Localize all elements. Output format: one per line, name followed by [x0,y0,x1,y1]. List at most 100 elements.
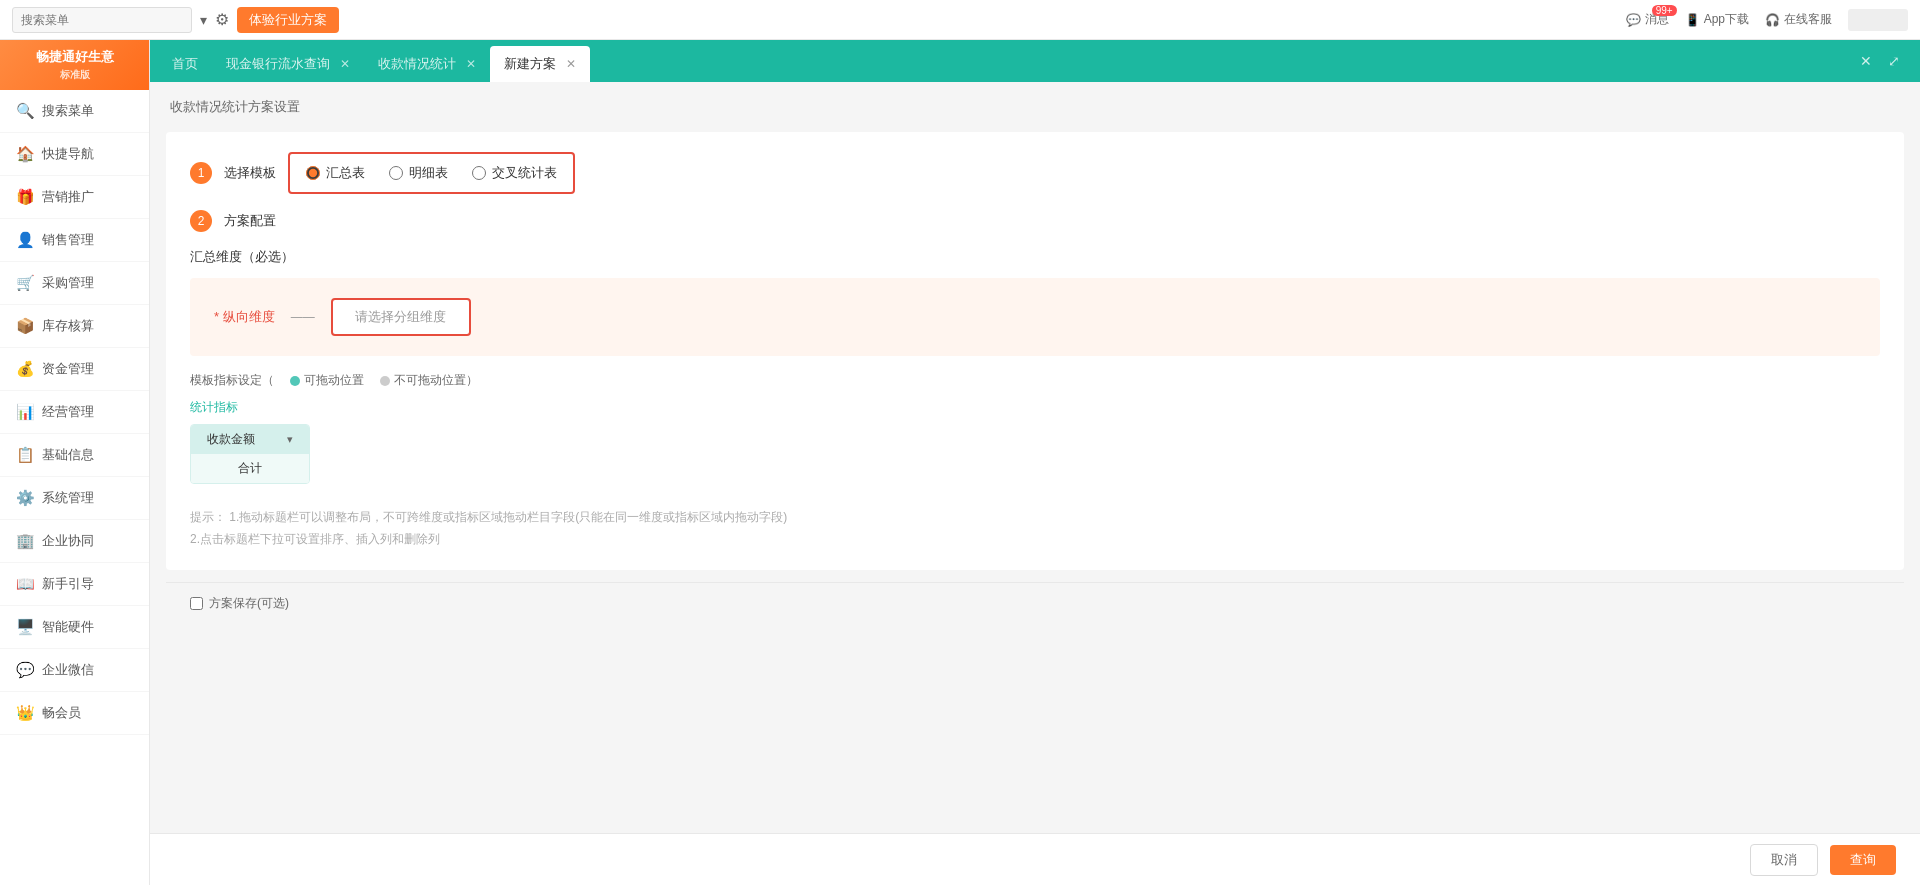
message-badge: 99+ [1652,5,1677,16]
sidebar-item-enterprise-label: 企业协同 [42,532,94,550]
config-section: 汇总维度（必选） * 纵向维度 —— 请选择分组维度 模板指标设定（ [190,248,1880,550]
non-draggable-label: 不可拖动位置） [394,372,478,389]
sidebar-logo-sub: 标准版 [36,68,114,82]
message-icon-wrapper[interactable]: 💬 消息 99+ [1626,11,1669,28]
tab-new-plan[interactable]: 新建方案 ✕ [490,46,590,82]
step2-badge: 2 [190,210,212,232]
sidebar-item-basic-info[interactable]: 📋 基础信息 [0,434,149,477]
template-select-group: 汇总表 明细表 交叉统计表 [288,152,575,194]
sidebar-item-basic-info-label: 基础信息 [42,446,94,464]
indicator-settings-header: 模板指标设定（ 可拖动位置 不可拖动位置） [190,372,1880,389]
app-download-wrapper[interactable]: 📱 App下载 [1685,11,1749,28]
sidebar-item-member[interactable]: 👑 畅会员 [0,692,149,735]
sidebar-item-operations[interactable]: 📊 经营管理 [0,391,149,434]
config-card: 1 选择模板 汇总表 明细表 交叉统计表 [166,132,1904,570]
tab-bar-maximize-button[interactable]: ⤢ [1884,49,1904,73]
sidebar-item-inventory[interactable]: 📦 库存核算 [0,305,149,348]
stats-table: 收款金额 ▾ 合计 [190,424,310,484]
step2-row: 2 方案配置 [190,210,1880,232]
dimension-select-box[interactable]: 请选择分组维度 [331,298,471,336]
radio-crosstab-input[interactable] [472,166,486,180]
header-dropdown-button[interactable]: ▾ [200,12,207,28]
industry-plan-button[interactable]: 体验行业方案 [237,7,339,33]
tab-receipt-stats[interactable]: 收款情况统计 ✕ [364,46,490,82]
step1-label: 选择模板 [224,164,276,182]
tab-cash-query-close[interactable]: ✕ [340,57,350,71]
stats-column-dropdown[interactable]: ▾ [287,433,293,446]
online-service-icon: 🎧 [1765,13,1780,27]
sales-icon: 👤 [16,231,34,249]
sidebar-item-system[interactable]: ⚙️ 系统管理 [0,477,149,520]
online-service-label: 在线客服 [1784,11,1832,28]
stats-table-header[interactable]: 收款金额 ▾ [191,425,309,454]
sidebar-item-weichat[interactable]: 💬 企业微信 [0,649,149,692]
sidebar-item-smart-hw[interactable]: 🖥️ 智能硬件 [0,606,149,649]
hint-section: 提示： 1.拖动标题栏可以调整布局，不可跨维度或指标区域拖动栏目字段(只能在同一… [190,507,1880,550]
message-icon: 💬 [1626,13,1641,27]
stats-table-cell: 合计 [191,454,309,483]
tab-home-label: 首页 [172,55,198,73]
save-checkbox[interactable] [190,597,203,610]
non-draggable-dot [380,376,390,386]
radio-summary[interactable]: 汇总表 [306,164,365,182]
search-menu-icon: 🔍 [16,102,34,120]
tab-new-plan-label: 新建方案 [504,55,556,73]
tab-bar-close-button[interactable]: ✕ [1856,49,1876,73]
header-right: 💬 消息 99+ 📱 App下载 🎧 在线客服 [1626,9,1908,31]
indicator-settings: 模板指标设定（ 可拖动位置 不可拖动位置） 统计指标 [190,372,1880,550]
sidebar-item-guide-label: 新手引导 [42,575,94,593]
guide-icon: 📖 [16,575,34,593]
sidebar-logo-main: 畅捷通好生意 [36,48,114,66]
radio-crosstab-label: 交叉统计表 [492,164,557,182]
tab-cash-query[interactable]: 现金银行流水查询 ✕ [212,46,364,82]
user-avatar[interactable] [1848,9,1908,31]
tab-receipt-stats-close[interactable]: ✕ [466,57,476,71]
sidebar-item-finance-label: 资金管理 [42,360,94,378]
tab-bar-right: ✕ ⤢ [1856,40,1912,82]
search-input[interactable] [12,7,192,33]
sidebar-item-quick-nav[interactable]: 🏠 快捷导航 [0,133,149,176]
tab-new-plan-close[interactable]: ✕ [566,57,576,71]
query-button[interactable]: 查询 [1830,845,1896,875]
enterprise-icon: 🏢 [16,532,34,550]
cancel-button[interactable]: 取消 [1750,844,1818,876]
indicator-settings-label: 模板指标设定（ [190,372,274,389]
sidebar-item-sales[interactable]: 👤 销售管理 [0,219,149,262]
weichat-icon: 💬 [16,661,34,679]
sidebar-item-system-label: 系统管理 [42,489,94,507]
draggable-dot [290,376,300,386]
radio-crosstab[interactable]: 交叉统计表 [472,164,557,182]
sidebar-item-marketing[interactable]: 🎁 营销推广 [0,176,149,219]
radio-summary-input[interactable] [306,166,320,180]
online-service-wrapper[interactable]: 🎧 在线客服 [1765,11,1832,28]
tab-receipt-stats-label: 收款情况统计 [378,55,456,73]
bottom-action-bar: 取消 查询 [150,833,1920,885]
sidebar-items-list: 🔍 搜索菜单 🏠 快捷导航 🎁 营销推广 👤 销售管理 🛒 采购管理 📦 [0,90,149,885]
sidebar-item-search-menu[interactable]: 🔍 搜索菜单 [0,90,149,133]
radio-detail[interactable]: 明细表 [389,164,448,182]
step1-badge: 1 [190,162,212,184]
sidebar-logo: 畅捷通好生意 标准版 [0,40,149,90]
dimension-row: * 纵向维度 —— 请选择分组维度 [214,298,1856,336]
stats-column-label: 收款金额 [207,431,255,448]
sidebar: 畅捷通好生意 标准版 🔍 搜索菜单 🏠 快捷导航 🎁 营销推广 👤 销售管理 [0,40,150,885]
radio-detail-input[interactable] [389,166,403,180]
sidebar-item-enterprise[interactable]: 🏢 企业协同 [0,520,149,563]
system-icon: ⚙️ [16,489,34,507]
sidebar-item-purchase[interactable]: 🛒 采购管理 [0,262,149,305]
basic-info-icon: 📋 [16,446,34,464]
sidebar-item-finance[interactable]: 💰 资金管理 [0,348,149,391]
finance-icon: 💰 [16,360,34,378]
member-icon: 👑 [16,704,34,722]
header-gear-button[interactable]: ⚙ [215,10,229,29]
app-download-label: App下载 [1704,11,1749,28]
save-option[interactable]: 方案保存(可选) [190,595,1880,612]
hint-1: 提示： 1.拖动标题栏可以调整布局，不可跨维度或指标区域拖动栏目字段(只能在同一… [190,507,1880,529]
page-footer: 方案保存(可选) [166,582,1904,624]
page-breadcrumb: 收款情况统计方案设置 [166,98,1904,116]
sidebar-item-guide[interactable]: 📖 新手引导 [0,563,149,606]
summary-dim-title: 汇总维度（必选） [190,248,1880,266]
tab-home[interactable]: 首页 [158,46,212,82]
sidebar-item-smart-hw-label: 智能硬件 [42,618,94,636]
radio-summary-label: 汇总表 [326,164,365,182]
